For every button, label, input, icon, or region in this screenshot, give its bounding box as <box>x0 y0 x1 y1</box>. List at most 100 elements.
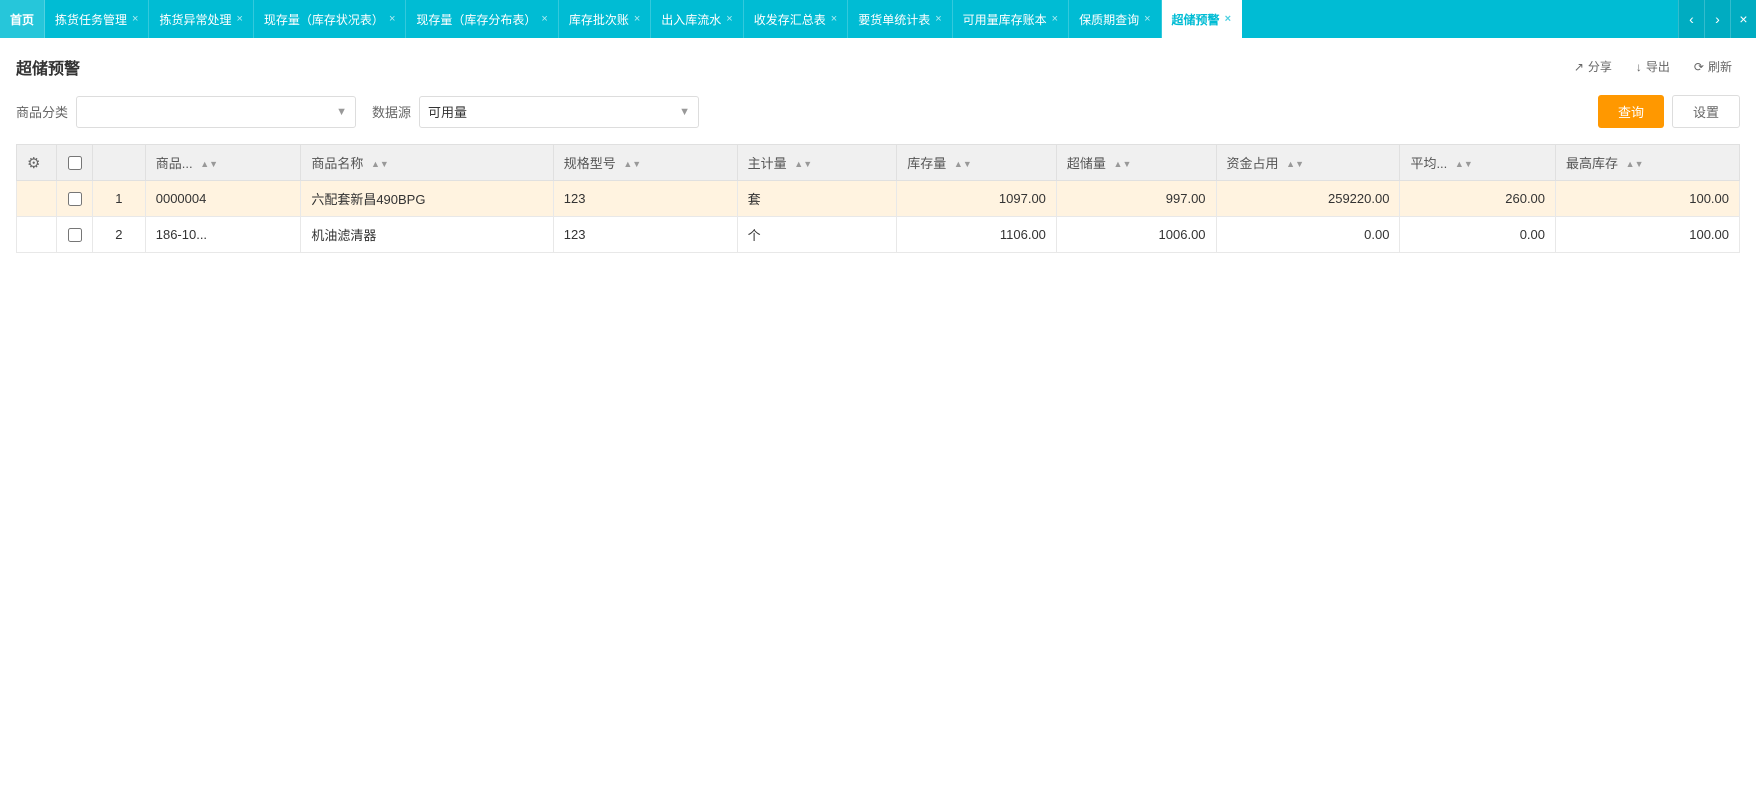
nav-tab-avail-ledger[interactable]: 可用量库存账本 × <box>953 0 1069 38</box>
settings-button[interactable]: 设置 <box>1672 95 1740 128</box>
sort-icon[interactable]: ▲▼ <box>1286 160 1304 169</box>
header-actions: ↗ 分享 ↓ 导出 ⟳ 刷新 <box>1566 54 1740 79</box>
category-filter-group: 商品分类 ▼ <box>16 96 356 128</box>
page-title: 超储预警 <box>16 55 80 79</box>
category-label: 商品分类 <box>16 102 68 121</box>
td-max-stock: 100.00 <box>1556 217 1740 253</box>
nav-tab-recv-send-label: 收发存汇总表 <box>754 11 826 28</box>
row-checkbox[interactable] <box>68 192 82 206</box>
export-label: 导出 <box>1646 58 1670 75</box>
td-product-code: 0000004 <box>145 181 301 217</box>
nav-tab-home-label: 首页 <box>10 11 34 28</box>
td-overstock: 1006.00 <box>1056 217 1216 253</box>
td-max-stock: 100.00 <box>1556 181 1740 217</box>
sort-icon[interactable]: ▲▼ <box>954 160 972 169</box>
refresh-button[interactable]: ⟳ 刷新 <box>1686 54 1740 79</box>
share-icon: ↗ <box>1574 60 1584 74</box>
th-spec: 规格型号 ▲▼ <box>553 145 737 181</box>
th-row-num <box>93 145 146 181</box>
select-all-checkbox[interactable] <box>68 156 82 170</box>
th-max-stock: 最高库存 ▲▼ <box>1556 145 1740 181</box>
th-stock-label: 库存量 <box>907 156 946 171</box>
refresh-label: 刷新 <box>1708 58 1732 75</box>
th-product-code: 商品... ▲▼ <box>145 145 301 181</box>
chevron-down-icon: ▼ <box>679 106 690 118</box>
datasource-select[interactable]: 可用量 ▼ <box>419 96 699 128</box>
close-icon[interactable]: × <box>831 13 837 25</box>
th-overstock: 超储量 ▲▼ <box>1056 145 1216 181</box>
row-checkbox[interactable] <box>68 228 82 242</box>
nav-arrows: ‹ › × <box>1678 0 1756 38</box>
export-button[interactable]: ↓ 导出 <box>1628 54 1678 79</box>
nav-right-arrow[interactable]: › <box>1704 0 1730 38</box>
export-icon: ↓ <box>1636 60 1642 74</box>
table-header: ⚙ 商品... ▲▼ 商品名称 ▲▼ 规格型号 <box>17 145 1740 181</box>
nav-tab-avail-ledger-label: 可用量库存账本 <box>963 11 1047 28</box>
nav-tab-shelf-life-label: 保质期查询 <box>1079 11 1139 28</box>
close-icon[interactable]: × <box>541 13 547 25</box>
sort-icon[interactable]: ▲▼ <box>1455 160 1473 169</box>
nav-tab-shelf-life[interactable]: 保质期查询 × <box>1069 0 1161 38</box>
row-checkbox-wrap <box>67 192 82 206</box>
nav-tab-order-stats-label: 要货单统计表 <box>858 11 930 28</box>
close-icon[interactable]: × <box>634 13 640 25</box>
sort-icon[interactable]: ▲▼ <box>200 160 218 169</box>
nav-close-arrow[interactable]: × <box>1730 0 1756 38</box>
table-row: 2 186-10... 机油滤清器 123 个 1106.00 1006.00 … <box>17 217 1740 253</box>
datasource-value: 可用量 <box>428 102 467 121</box>
sort-icon[interactable]: ▲▼ <box>371 160 389 169</box>
header-row: ⚙ 商品... ▲▼ 商品名称 ▲▼ 规格型号 <box>17 145 1740 181</box>
gear-icon[interactable]: ⚙ <box>27 155 40 172</box>
close-icon[interactable]: × <box>132 13 138 25</box>
td-unit: 个 <box>737 217 897 253</box>
nav-tab-home[interactable]: 首页 <box>0 0 45 38</box>
category-select[interactable]: ▼ <box>76 96 356 128</box>
table-body: 1 0000004 六配套新昌490BPG 123 套 1097.00 997.… <box>17 181 1740 253</box>
th-product-name: 商品名称 ▲▼ <box>301 145 553 181</box>
close-icon[interactable]: × <box>1225 13 1231 25</box>
nav-tab-abnormal[interactable]: 拣货异常处理 × <box>149 0 253 38</box>
td-capital: 259220.00 <box>1216 181 1400 217</box>
close-icon[interactable]: × <box>935 13 941 25</box>
td-row-num: 1 <box>93 181 146 217</box>
nav-tab-stock-status-label: 现存量（库存状况表） <box>264 11 384 28</box>
td-avg: 0.00 <box>1400 217 1556 253</box>
nav-tab-stock-status[interactable]: 现存量（库存状况表） × <box>254 0 406 38</box>
nav-tab-stock-dist[interactable]: 现存量（库存分布表） × <box>406 0 558 38</box>
close-icon[interactable]: × <box>389 13 395 25</box>
main-content: 超储预警 ↗ 分享 ↓ 导出 ⟳ 刷新 商品分类 ▼ 数据源 <box>0 38 1756 800</box>
th-overstock-label: 超储量 <box>1067 156 1106 171</box>
close-icon[interactable]: × <box>1144 13 1150 25</box>
nav-tab-task-mgmt[interactable]: 拣货任务管理 × <box>45 0 149 38</box>
nav-tab-overstock-label: 超储预警 <box>1172 11 1220 28</box>
nav-tab-recv-send[interactable]: 收发存汇总表 × <box>744 0 848 38</box>
td-stock: 1106.00 <box>897 217 1057 253</box>
select-all-checkbox-wrap <box>67 156 82 170</box>
query-button[interactable]: 查询 <box>1598 95 1664 128</box>
nav-left-arrow[interactable]: ‹ <box>1678 0 1704 38</box>
sort-icon[interactable]: ▲▼ <box>623 160 641 169</box>
sort-icon[interactable]: ▲▼ <box>1114 160 1132 169</box>
sort-icon[interactable]: ▲▼ <box>794 160 812 169</box>
nav-tab-inout-flow[interactable]: 出入库流水 × <box>651 0 743 38</box>
th-capital-label: 资金占用 <box>1227 156 1279 171</box>
th-capital: 资金占用 ▲▼ <box>1216 145 1400 181</box>
close-icon[interactable]: × <box>1052 13 1058 25</box>
nav-tab-overstock[interactable]: 超储预警 × <box>1162 0 1242 38</box>
td-checkbox <box>57 217 93 253</box>
chevron-down-icon: ▼ <box>336 106 347 118</box>
refresh-icon: ⟳ <box>1694 60 1704 74</box>
share-button[interactable]: ↗ 分享 <box>1566 54 1620 79</box>
nav-tab-order-stats[interactable]: 要货单统计表 × <box>848 0 952 38</box>
td-avg: 260.00 <box>1400 181 1556 217</box>
sort-icon[interactable]: ▲▼ <box>1626 160 1644 169</box>
share-label: 分享 <box>1588 58 1612 75</box>
th-avg: 平均... ▲▼ <box>1400 145 1556 181</box>
td-product-name: 六配套新昌490BPG <box>301 181 553 217</box>
close-icon[interactable]: × <box>726 13 732 25</box>
td-overstock: 997.00 <box>1056 181 1216 217</box>
td-row-num: 2 <box>93 217 146 253</box>
close-icon[interactable]: × <box>236 13 242 25</box>
filter-buttons: 查询 设置 <box>1598 95 1740 128</box>
nav-tab-batch-ledger[interactable]: 库存批次账 × <box>559 0 651 38</box>
